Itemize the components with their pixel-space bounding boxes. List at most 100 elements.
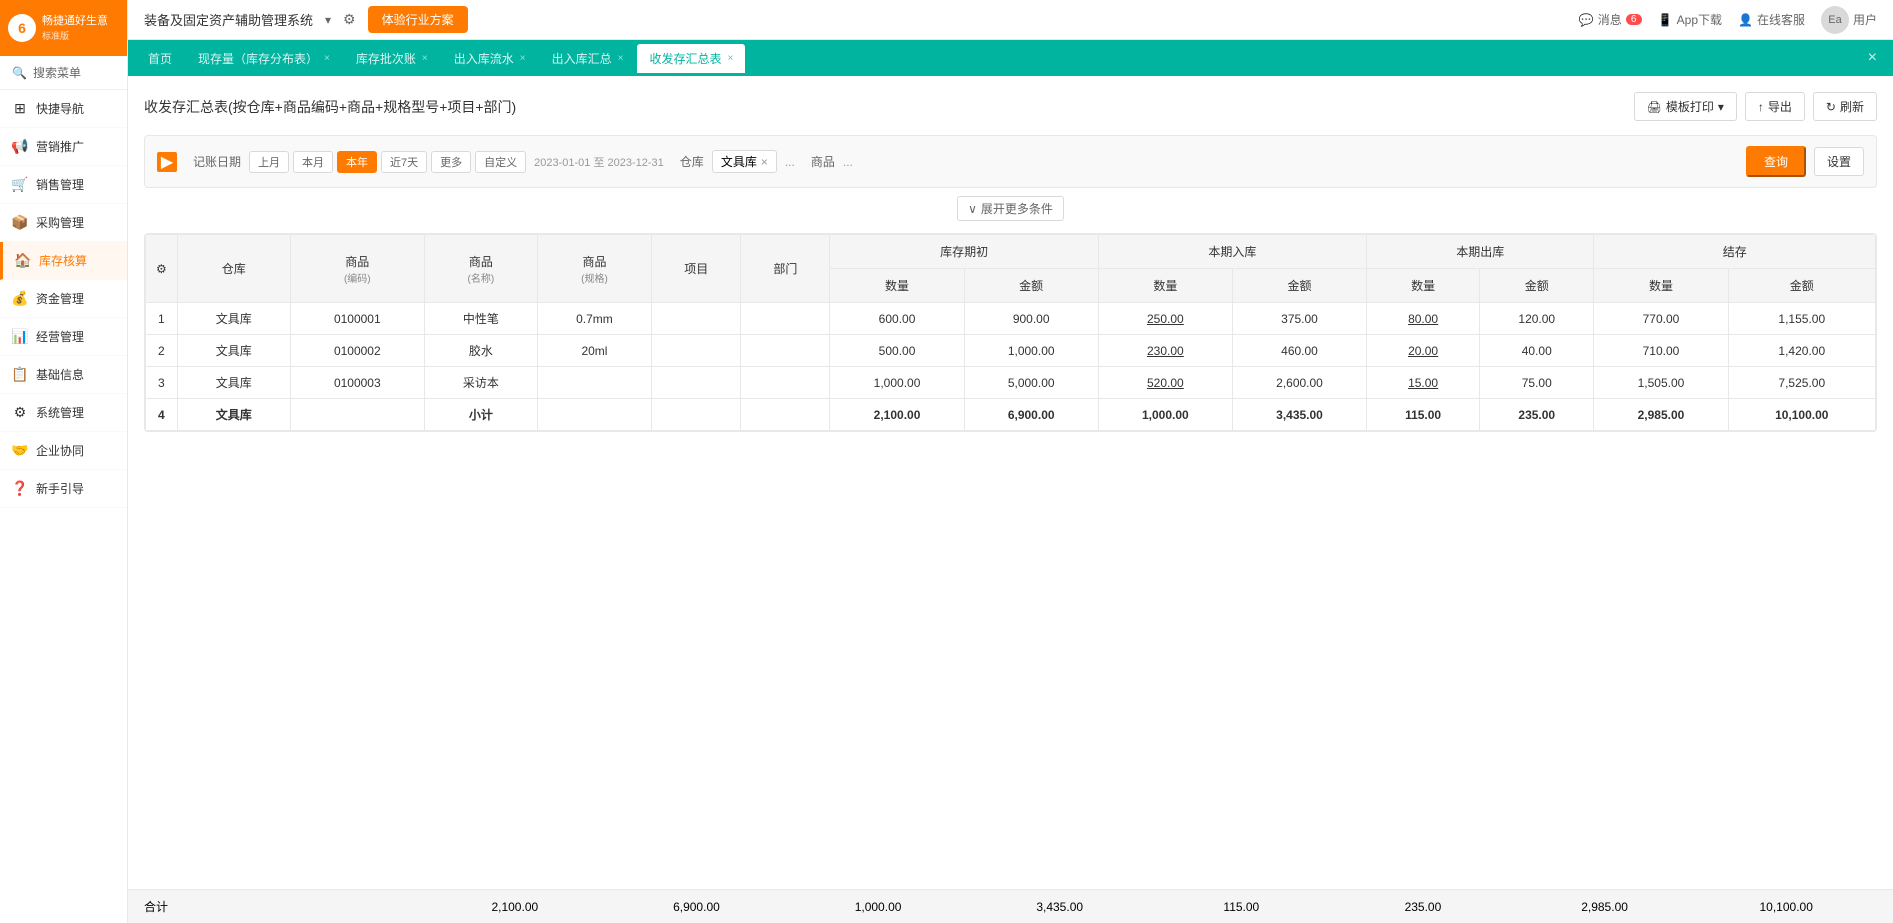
app-label: App下载 [1677, 11, 1722, 28]
trial-button[interactable]: 体验行业方案 [368, 6, 468, 33]
page-title: 收发存汇总表(按仓库+商品编码+商品+规格型号+项目+部门) [144, 97, 516, 117]
row-opening-amt-0: 900.00 [964, 303, 1098, 335]
tab-label-batch-ledger: 库存批次账 [356, 50, 416, 67]
settings-icon[interactable]: ⚙ [343, 11, 356, 28]
system-selector[interactable]: ▾ [325, 13, 331, 27]
basic-label: 基础信息 [36, 366, 84, 383]
logo-text: 畅捷通好生意 [42, 14, 108, 29]
closing-amt-header: 金额 [1728, 269, 1875, 303]
warehouse-filter-group: 仓库 文具库 × ... [680, 150, 795, 173]
header-left: 装备及固定资产辅助管理系统 ▾ ⚙ 体验行业方案 [144, 6, 468, 33]
opening-col-header: 库存期初 [830, 235, 1098, 269]
tab-batch-ledger[interactable]: 库存批次账 × [344, 44, 440, 73]
tab-close-in-out-summary[interactable]: × [618, 53, 624, 64]
row-project-0 [652, 303, 741, 335]
row-opening-amt-3: 6,900.00 [964, 399, 1098, 431]
date-range-display: 2023-01-01 至 2023-12-31 [534, 154, 664, 170]
sidebar-item-guide[interactable]: ❓新手引导 [0, 470, 127, 508]
sidebar-search[interactable]: 🔍 搜索菜单 [0, 56, 127, 90]
finance-label: 资金管理 [36, 290, 84, 307]
sidebar-item-marketing[interactable]: 📢营销推广 [0, 128, 127, 166]
user-action[interactable]: Ea 用户 [1821, 6, 1877, 34]
row-closing-qty-0: 770.00 [1594, 303, 1728, 335]
closing-col-header: 结存 [1594, 235, 1876, 269]
row-out-qty-1[interactable]: 20.00 [1367, 335, 1480, 367]
notifications-action[interactable]: 💬 消息 6 [1579, 11, 1642, 28]
app-download-action[interactable]: 📱 App下载 [1658, 11, 1722, 28]
expand-conditions-button[interactable]: ∨ 展开更多条件 [957, 196, 1064, 221]
query-button[interactable]: 查询 [1746, 146, 1806, 177]
settings-col-header[interactable]: ⚙ [146, 235, 178, 303]
tab-stock-dist[interactable]: 现存量（库存分布表）× [186, 44, 342, 73]
tab-home[interactable]: 首页 [136, 44, 184, 73]
date-btn-本年[interactable]: 本年 [337, 151, 377, 173]
tab-in-out-flow[interactable]: 出入库流水× [442, 44, 538, 73]
expand-icon: ∨ [968, 202, 977, 216]
tab-recv-send-summary[interactable]: 收发存汇总表× [637, 44, 745, 73]
refresh-button[interactable]: ↻ 刷新 [1813, 92, 1877, 121]
warehouse-col-header: 仓库 [177, 235, 290, 303]
system-title: 装备及固定资产辅助管理系统 [144, 10, 313, 29]
tab-close-in-out-flow[interactable]: × [520, 53, 526, 64]
row-out-qty-0[interactable]: 80.00 [1367, 303, 1480, 335]
warehouse-more[interactable]: ... [785, 155, 795, 169]
sidebar-item-sales[interactable]: 🛒销售管理 [0, 166, 127, 204]
user-label: 用户 [1853, 11, 1877, 28]
sidebar-item-basic[interactable]: 📋基础信息 [0, 356, 127, 394]
warehouse-tag-close[interactable]: × [761, 155, 768, 169]
date-btn-自定义[interactable]: 自定义 [475, 151, 526, 173]
date-btn-更多[interactable]: 更多 [431, 151, 471, 173]
table-row-1: 2 文具库 0100002 胶水 20ml 500.00 1,000.00 23… [146, 335, 1876, 367]
close-all-tabs-button[interactable]: × [1860, 49, 1885, 67]
row-opening-qty-2: 1,000.00 [830, 367, 964, 399]
date-btn-上月[interactable]: 上月 [249, 151, 289, 173]
enterprise-icon: 🤝 [12, 443, 28, 459]
in-qty-header: 数量 [1098, 269, 1232, 303]
product-more[interactable]: ... [843, 155, 853, 169]
row-closing-qty-3: 2,985.00 [1594, 399, 1728, 431]
row-in-qty-0[interactable]: 250.00 [1098, 303, 1232, 335]
row-out-qty-2[interactable]: 15.00 [1367, 367, 1480, 399]
warehouse-tag[interactable]: 文具库 × [712, 150, 777, 173]
date-btn-近7天[interactable]: 近7天 [381, 151, 427, 173]
tab-in-out-summary[interactable]: 出入库汇总× [540, 44, 636, 73]
purchase-label: 采购管理 [36, 214, 84, 231]
online-service-action[interactable]: 👤 在线客服 [1738, 11, 1805, 28]
refresh-label: 刷新 [1840, 98, 1864, 115]
footer-opening-amt: 6,900.00 [606, 900, 788, 914]
sidebar-item-enterprise[interactable]: 🤝企业协同 [0, 432, 127, 470]
export-button[interactable]: ↑ 导出 [1745, 92, 1805, 121]
row-closing-amt-2: 7,525.00 [1728, 367, 1875, 399]
tab-close-batch-ledger[interactable]: × [422, 53, 428, 64]
row-out-amt-0: 120.00 [1480, 303, 1594, 335]
settings-button[interactable]: 设置 [1814, 147, 1864, 176]
print-button[interactable]: 🖨 模板打印 ▾ [1634, 92, 1737, 121]
tab-close-recv-send-summary[interactable]: × [727, 53, 733, 64]
row-in-amt-2: 2,600.00 [1232, 367, 1366, 399]
tab-bar: 首页现存量（库存分布表）×库存批次账×出入库流水×出入库汇总×收发存汇总表× × [128, 40, 1893, 76]
date-btn-本月[interactable]: 本月 [293, 151, 333, 173]
project-col-header: 项目 [652, 235, 741, 303]
row-seq-2: 3 [146, 367, 178, 399]
print-icon: 🖨 [1647, 100, 1662, 114]
row-closing-qty-1: 710.00 [1594, 335, 1728, 367]
sidebar-item-system[interactable]: ⚙系统管理 [0, 394, 127, 432]
inventory-icon: 🏠 [15, 253, 31, 269]
product-code-col-header: 商品(编码) [290, 235, 424, 303]
sidebar-item-business[interactable]: 📊经营管理 [0, 318, 127, 356]
sidebar-item-finance[interactable]: 💰 资金管理 [0, 280, 127, 318]
sidebar-item-quick-nav[interactable]: ⊞快捷导航 [0, 90, 127, 128]
row-in-qty-1[interactable]: 230.00 [1098, 335, 1232, 367]
row-out-amt-3: 235.00 [1480, 399, 1594, 431]
sidebar-item-purchase[interactable]: 📦采购管理 [0, 204, 127, 242]
filter-collapse-button[interactable]: ▶ [157, 152, 177, 172]
quick-nav-label: 快捷导航 [36, 100, 84, 117]
top-header: 装备及固定资产辅助管理系统 ▾ ⚙ 体验行业方案 💬 消息 6 📱 App下载 … [128, 0, 1893, 40]
sidebar-item-inventory[interactable]: 🏠库存核算 [0, 242, 127, 280]
row-in-qty-3: 1,000.00 [1098, 399, 1232, 431]
finance-icon: 💰 [12, 291, 28, 307]
tab-close-stock-dist[interactable]: × [324, 53, 330, 64]
print-chevron: ▾ [1718, 100, 1724, 114]
row-in-qty-2[interactable]: 520.00 [1098, 367, 1232, 399]
row-out-qty-3: 115.00 [1367, 399, 1480, 431]
